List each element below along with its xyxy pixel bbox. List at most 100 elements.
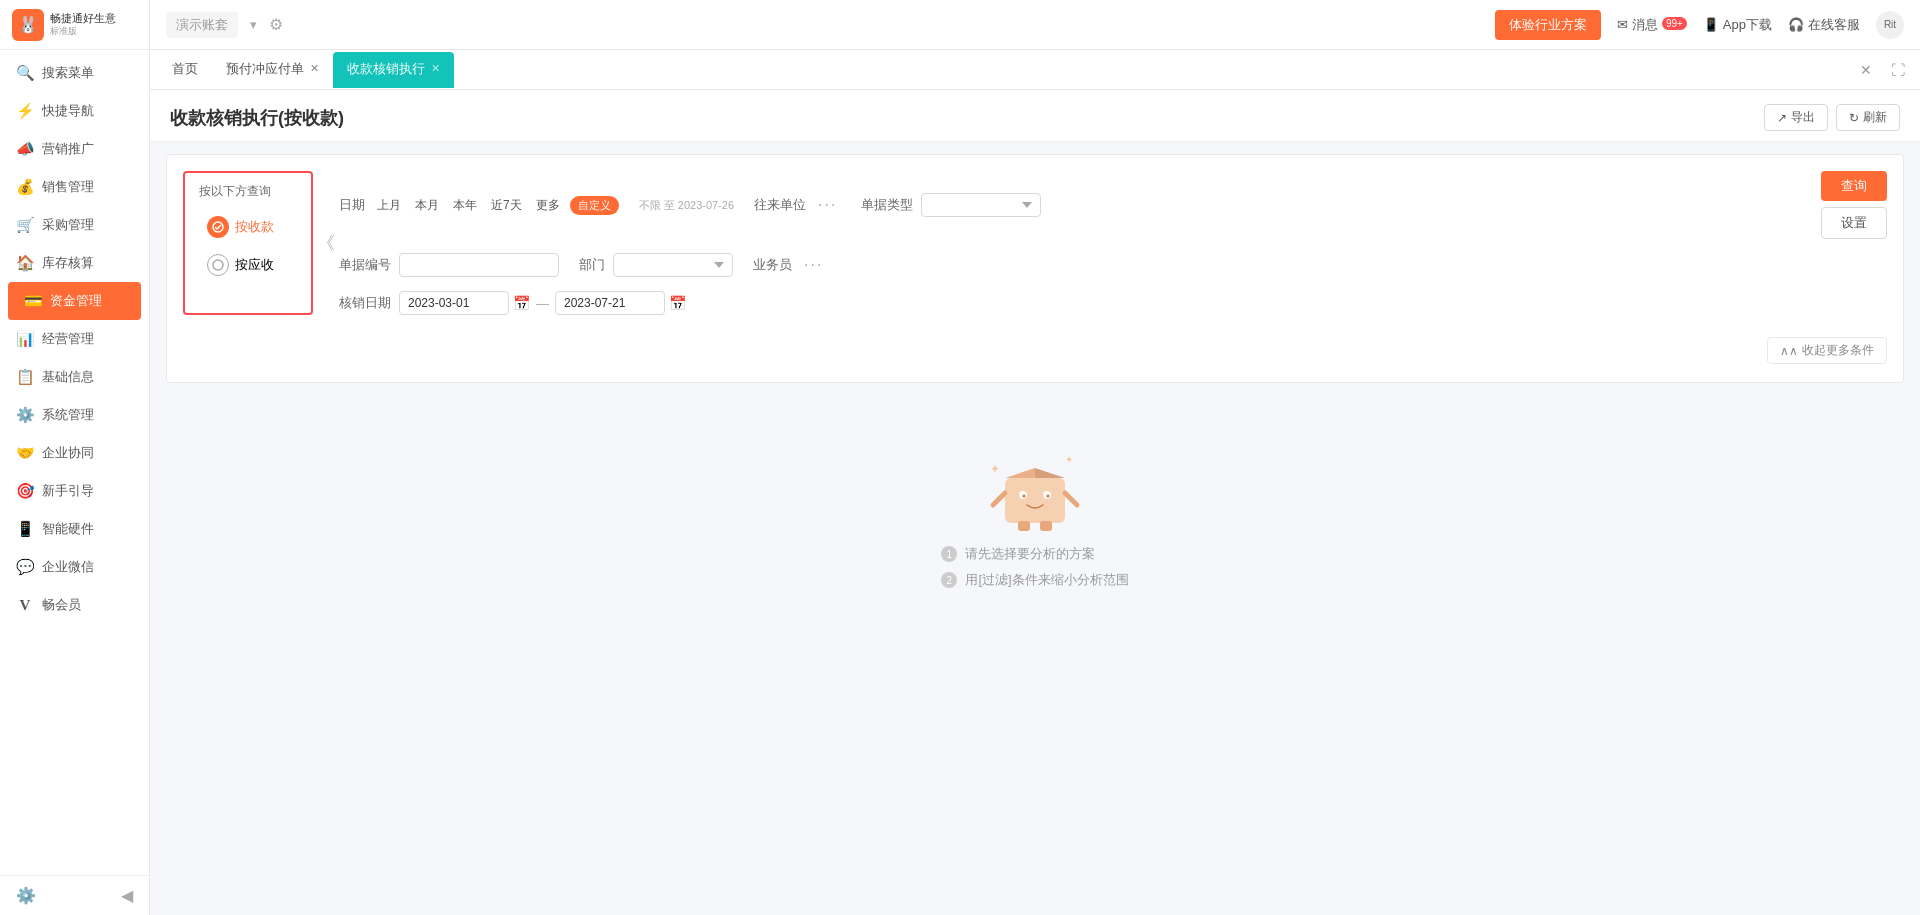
sidebar-item-quick-nav[interactable]: ⚡ 快捷导航 xyxy=(0,92,149,130)
settings-button[interactable]: 设置 xyxy=(1821,207,1887,239)
online-service-icon: 🎧 xyxy=(1788,17,1804,32)
dept-label: 部门 xyxy=(579,256,605,274)
sidebar-item-search[interactable]: 🔍 搜索菜单 xyxy=(0,54,149,92)
basic-info-icon: 📋 xyxy=(16,368,34,386)
verify-date-from-input[interactable] xyxy=(399,291,509,315)
collapse-more-button[interactable]: ∧∧ 收起更多条件 xyxy=(1767,337,1887,364)
sidebar-label-sales: 销售管理 xyxy=(42,178,94,196)
tab-prepay-close[interactable]: ✕ xyxy=(310,62,319,75)
topbar: 演示账套 ▾ ⚙ 体验行业方案 ✉ 消息 99+ 📱 App下载 🎧 在线客服 … xyxy=(150,0,1920,50)
tab-maximize-button[interactable]: ⛶ xyxy=(1884,56,1912,84)
sidebar-item-smart-hw[interactable]: 📱 智能硬件 xyxy=(0,510,149,548)
date-btn-last-month[interactable]: 上月 xyxy=(373,195,405,216)
sidebar-item-guide[interactable]: 🎯 新手引导 xyxy=(0,472,149,510)
sidebar-item-basic-info[interactable]: 📋 基础信息 xyxy=(0,358,149,396)
tab-receipt-verify-close[interactable]: ✕ xyxy=(431,62,440,75)
sidebar-item-finance[interactable]: 💳 资金管理 xyxy=(8,282,141,320)
page-actions: ↗ 导出 ↻ 刷新 xyxy=(1764,104,1900,131)
sidebar-label-smart-hw: 智能硬件 xyxy=(42,520,94,538)
doc-number-input[interactable] xyxy=(399,253,559,277)
sidebar-item-operations[interactable]: 📊 经营管理 xyxy=(0,320,149,358)
date-btn-this-year[interactable]: 本年 xyxy=(449,195,481,216)
empty-tip-2: 2 用[过滤]条件来缩小分析范围 xyxy=(941,571,1128,589)
company-name[interactable]: 演示账套 xyxy=(166,12,238,38)
verify-date-to-input[interactable] xyxy=(555,291,665,315)
by-receivable-label: 按应收 xyxy=(235,256,274,274)
message-item[interactable]: ✉ 消息 99+ xyxy=(1617,16,1687,34)
topbar-dropdown-icon[interactable]: ▾ xyxy=(250,17,257,32)
tab-prepay[interactable]: 预付冲应付单 ✕ xyxy=(212,52,333,88)
marketing-icon: 📣 xyxy=(16,140,34,158)
smart-hw-icon: 📱 xyxy=(16,520,34,538)
by-receipt-label: 按收款 xyxy=(235,218,274,236)
sidebar-item-inventory[interactable]: 🏠 库存核算 xyxy=(0,244,149,282)
sidebar-footer: ⚙️ ◀ xyxy=(0,875,149,915)
tab-home[interactable]: 首页 xyxy=(158,52,212,88)
date-btn-this-month[interactable]: 本月 xyxy=(411,195,443,216)
page-header: 收款核销执行(按收款) ↗ 导出 ↻ 刷新 xyxy=(150,90,1920,142)
online-service-item[interactable]: 🎧 在线客服 xyxy=(1788,16,1860,34)
filter-collapse-button[interactable]: 《 xyxy=(313,171,339,315)
tab-prepay-label: 预付冲应付单 xyxy=(226,60,304,78)
empty-icon: ✦ ✦ xyxy=(985,443,1085,533)
sidebar-item-wechat[interactable]: 💬 企业微信 xyxy=(0,548,149,586)
quick-nav-icon: ⚡ xyxy=(16,102,34,120)
dept-select[interactable] xyxy=(613,253,733,277)
logo-sub: 标准版 xyxy=(50,25,116,38)
export-button[interactable]: ↗ 导出 xyxy=(1764,104,1828,131)
svg-point-1 xyxy=(213,260,223,270)
sidebar-item-system[interactable]: ⚙️ 系统管理 xyxy=(0,396,149,434)
svg-rect-12 xyxy=(1040,521,1052,531)
empty-tips: 1 请先选择要分析的方案 2 用[过滤]条件来缩小分析范围 xyxy=(941,545,1128,589)
tab-receipt-verify[interactable]: 收款核销执行 ✕ xyxy=(333,52,454,88)
sidebar-label-quick-nav: 快捷导航 xyxy=(42,102,94,120)
solution-button[interactable]: 体验行业方案 xyxy=(1495,10,1601,40)
verify-date-from-cal-icon[interactable]: 📅 xyxy=(513,295,530,311)
content-area: 收款核销执行(按收款) ↗ 导出 ↻ 刷新 按以下方查询 xyxy=(150,90,1920,915)
filter-option-by-receivable[interactable]: 按应收 xyxy=(199,250,297,280)
topbar-right: 体验行业方案 ✉ 消息 99+ 📱 App下载 🎧 在线客服 Rit xyxy=(1495,10,1904,40)
sidebar-label-finance: 资金管理 xyxy=(50,292,102,310)
topbar-settings-icon[interactable]: ⚙ xyxy=(269,15,283,34)
date-btn-more[interactable]: 更多 xyxy=(532,195,564,216)
sidebar-item-cooperation[interactable]: 🤝 企业协同 xyxy=(0,434,149,472)
user-avatar[interactable]: Rit xyxy=(1876,11,1904,39)
sidebar-item-vip[interactable]: V 畅会员 xyxy=(0,586,149,624)
date-btn-7days[interactable]: 近7天 xyxy=(487,195,526,216)
sidebar-item-marketing[interactable]: 📣 营销推广 xyxy=(0,130,149,168)
staff-field: 业务员 ··· xyxy=(753,256,827,274)
sidebar-item-sales[interactable]: 💰 销售管理 xyxy=(0,168,149,206)
refresh-label: 刷新 xyxy=(1863,109,1887,126)
refresh-button[interactable]: ↻ 刷新 xyxy=(1836,104,1900,131)
doc-type-label: 单据类型 xyxy=(861,196,913,214)
empty-state: ✦ ✦ 1 请先选择要分析的方案 2 用[过滤]条件来缩小分析范围 xyxy=(150,383,1920,649)
collapse-sidebar-icon[interactable]: ◀ xyxy=(121,886,133,905)
sidebar-item-purchase[interactable]: 🛒 采购管理 xyxy=(0,206,149,244)
collapse-icon: 《 xyxy=(317,231,335,255)
date-no-limit: 不限 至 2023-07-26 xyxy=(639,198,734,213)
counterparty-dots[interactable]: ··· xyxy=(814,196,841,214)
verify-date-to-cal-icon[interactable]: 📅 xyxy=(669,295,686,311)
verify-date-range: 📅 — 📅 xyxy=(399,291,686,315)
verify-date-field: 核销日期 📅 — 📅 xyxy=(339,291,686,315)
search-icon: 🔍 xyxy=(16,64,34,82)
svg-point-8 xyxy=(1047,495,1050,498)
sidebar-label-basic-info: 基础信息 xyxy=(42,368,94,386)
query-button[interactable]: 查询 xyxy=(1821,171,1887,201)
settings-icon[interactable]: ⚙️ xyxy=(16,886,36,905)
operations-icon: 📊 xyxy=(16,330,34,348)
doc-type-select[interactable] xyxy=(921,193,1041,217)
tip-num-2: 2 xyxy=(941,572,957,588)
date-btn-custom[interactable]: 自定义 xyxy=(570,196,619,215)
logo-name: 畅捷通好生意 xyxy=(50,11,116,25)
export-label: 导出 xyxy=(1791,109,1815,126)
sales-icon: 💰 xyxy=(16,178,34,196)
staff-dots[interactable]: ··· xyxy=(800,256,827,274)
tab-close-all-button[interactable]: ✕ xyxy=(1852,56,1880,84)
filter-option-by-receipt[interactable]: 按收款 xyxy=(199,212,297,242)
app-download-item[interactable]: 📱 App下载 xyxy=(1703,16,1772,34)
inventory-icon: 🏠 xyxy=(16,254,34,272)
tab-home-label: 首页 xyxy=(172,60,198,78)
doc-number-field: 单据编号 xyxy=(339,253,559,277)
logo-icon: 🐰 xyxy=(12,9,44,41)
